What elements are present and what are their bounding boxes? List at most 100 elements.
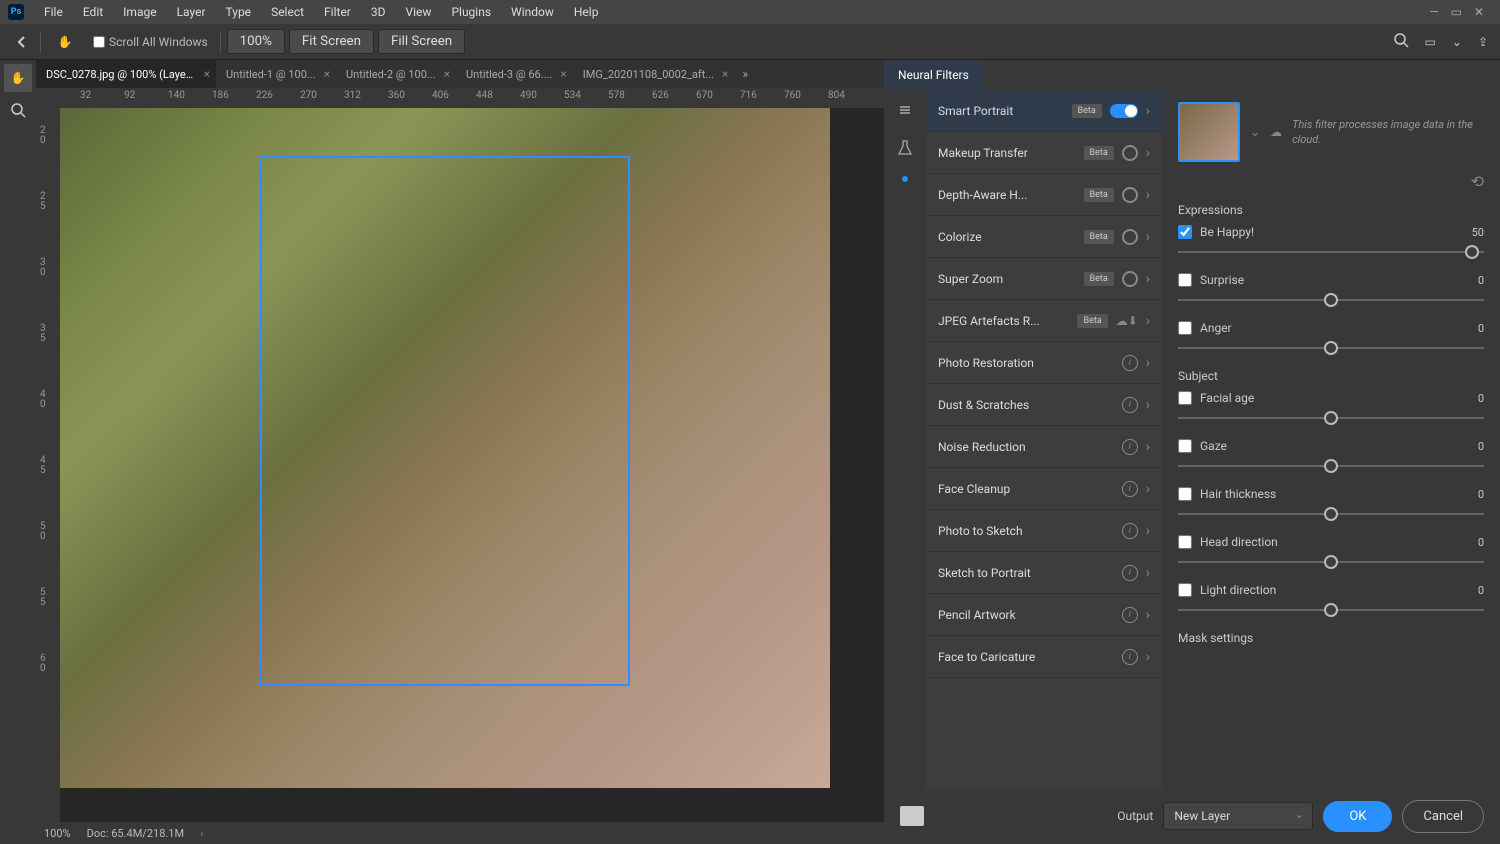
minimize-icon[interactable]: —	[1429, 5, 1438, 19]
scroll-all-checkbox[interactable]: Scroll All Windows	[93, 35, 208, 49]
menu-type[interactable]: Type	[216, 1, 262, 23]
slider-checkbox[interactable]	[1178, 273, 1192, 287]
filter-toggle[interactable]	[1122, 271, 1138, 287]
slider-track[interactable]	[1178, 341, 1484, 355]
beta-badge: Beta	[1084, 188, 1114, 202]
slider-track[interactable]	[1178, 293, 1484, 307]
filter-dust-scratches[interactable]: Dust & Scratchesi›	[926, 384, 1162, 426]
filter-toggle[interactable]	[1122, 229, 1138, 245]
menu-plugins[interactable]: Plugins	[441, 1, 501, 23]
slider-track[interactable]	[1178, 555, 1484, 569]
filter-depth-aware-h-[interactable]: Depth-Aware H...Beta›	[926, 174, 1162, 216]
chevron-right-icon: ›	[1146, 481, 1150, 497]
filter-smart-portrait[interactable]: Smart PortraitBeta›	[926, 90, 1162, 132]
filter-toggle[interactable]	[1122, 187, 1138, 203]
panel-title: Neural Filters	[884, 61, 983, 89]
filter-face-cleanup[interactable]: Face Cleanupi›	[926, 468, 1162, 510]
tab-close-icon[interactable]: ×	[722, 67, 728, 81]
zoom-tool[interactable]	[4, 96, 32, 124]
tabs-overflow-icon[interactable]: »	[734, 67, 756, 81]
output-select[interactable]: New Layer	[1163, 802, 1313, 830]
cancel-button[interactable]: Cancel	[1402, 800, 1484, 833]
menu-window[interactable]: Window	[501, 1, 564, 23]
chevron-right-icon: ›	[1146, 439, 1150, 455]
chevron-down-icon[interactable]: ⌄	[1250, 125, 1260, 139]
info-icon[interactable]: i	[1122, 355, 1138, 371]
featured-category-icon[interactable]	[895, 100, 915, 120]
menu-image[interactable]: Image	[113, 1, 166, 23]
document-tab[interactable]: IMG_20201108_0002_aft...×	[573, 60, 735, 88]
info-icon[interactable]: i	[1122, 607, 1138, 623]
filter-jpeg-artefacts-r-[interactable]: JPEG Artefacts R...Beta☁⬇›	[926, 300, 1162, 342]
document-tab[interactable]: Untitled-3 @ 66....×	[456, 60, 573, 88]
filter-toggle[interactable]	[1110, 104, 1138, 118]
slider-checkbox[interactable]	[1178, 225, 1192, 239]
workspace-icon[interactable]: ▭	[1421, 31, 1440, 53]
menu-3d[interactable]: 3D	[361, 1, 396, 23]
slider-checkbox[interactable]	[1178, 583, 1192, 597]
slider-track[interactable]	[1178, 411, 1484, 425]
slider-value: 0	[1478, 392, 1484, 405]
tab-close-icon[interactable]: ×	[324, 67, 330, 81]
reset-icon[interactable]: ⟲	[1471, 172, 1484, 191]
info-icon[interactable]: i	[1122, 439, 1138, 455]
slider-checkbox[interactable]	[1178, 535, 1192, 549]
slider-track[interactable]	[1178, 507, 1484, 521]
document-tab[interactable]: DSC_0278.jpg @ 100% (Layer 0, RGB/8*) *×	[36, 60, 216, 88]
ok-button[interactable]: OK	[1323, 801, 1392, 832]
filter-super-zoom[interactable]: Super ZoomBeta›	[926, 258, 1162, 300]
menu-filter[interactable]: Filter	[314, 1, 361, 23]
tab-close-icon[interactable]: ×	[204, 67, 210, 81]
fill-screen-button[interactable]: Fill Screen	[378, 29, 465, 54]
status-chevron-icon[interactable]: ›	[200, 827, 203, 840]
filter-pencil-artwork[interactable]: Pencil Artworki›	[926, 594, 1162, 636]
filter-sketch-to-portrait[interactable]: Sketch to Portraiti›	[926, 552, 1162, 594]
info-icon[interactable]: i	[1122, 649, 1138, 665]
tab-close-icon[interactable]: ×	[444, 67, 450, 81]
menu-view[interactable]: View	[396, 1, 442, 23]
filter-photo-restoration[interactable]: Photo Restorationi›	[926, 342, 1162, 384]
canvas[interactable]	[60, 108, 884, 822]
menu-help[interactable]: Help	[564, 1, 609, 23]
slider-track[interactable]	[1178, 603, 1484, 617]
beta-category-icon[interactable]	[895, 138, 915, 158]
hand-tool-icon[interactable]: ✋	[51, 28, 79, 56]
hand-tool[interactable]: ✋	[4, 64, 32, 92]
menu-select[interactable]: Select	[261, 1, 314, 23]
filter-noise-reduction[interactable]: Noise Reductioni›	[926, 426, 1162, 468]
info-icon[interactable]: i	[1122, 397, 1138, 413]
slider-checkbox[interactable]	[1178, 391, 1192, 405]
filter-toggle[interactable]	[1122, 145, 1138, 161]
zoom-level[interactable]: 100%	[227, 29, 285, 54]
face-thumbnail[interactable]	[1178, 102, 1240, 162]
document-tab[interactable]: Untitled-2 @ 100...×	[336, 60, 456, 88]
slider-label: Head direction	[1200, 535, 1470, 549]
info-icon[interactable]: i	[1122, 481, 1138, 497]
back-button[interactable]	[8, 28, 36, 56]
menu-layer[interactable]: Layer	[167, 1, 216, 23]
filter-makeup-transfer[interactable]: Makeup TransferBeta›	[926, 132, 1162, 174]
menu-edit[interactable]: Edit	[73, 1, 113, 23]
slider-checkbox[interactable]	[1178, 487, 1192, 501]
slider-track[interactable]	[1178, 459, 1484, 473]
filter-photo-to-sketch[interactable]: Photo to Sketchi›	[926, 510, 1162, 552]
slider-checkbox[interactable]	[1178, 321, 1192, 335]
filter-colorize[interactable]: ColorizeBeta›	[926, 216, 1162, 258]
share-icon[interactable]: ⇪	[1474, 31, 1492, 53]
info-icon[interactable]: i	[1122, 565, 1138, 581]
slider-track[interactable]	[1178, 245, 1484, 259]
mask-icon[interactable]	[900, 806, 924, 826]
maximize-icon[interactable]: ▭	[1451, 5, 1462, 19]
close-icon[interactable]: ✕	[1474, 5, 1484, 19]
document-tab[interactable]: Untitled-1 @ 100...×	[216, 60, 336, 88]
slider-checkbox[interactable]	[1178, 439, 1192, 453]
tab-close-icon[interactable]: ×	[560, 67, 566, 81]
download-icon[interactable]: ☁⬇	[1116, 314, 1138, 328]
filter-face-to-caricature[interactable]: Face to Caricaturei›	[926, 636, 1162, 678]
fit-screen-button[interactable]: Fit Screen	[289, 29, 374, 54]
search-icon[interactable]	[1389, 28, 1413, 55]
info-icon[interactable]: i	[1122, 523, 1138, 539]
chevron-right-icon: ›	[1146, 565, 1150, 581]
chevron-down-icon[interactable]: ⌄	[1448, 31, 1466, 53]
menu-file[interactable]: File	[34, 1, 73, 23]
